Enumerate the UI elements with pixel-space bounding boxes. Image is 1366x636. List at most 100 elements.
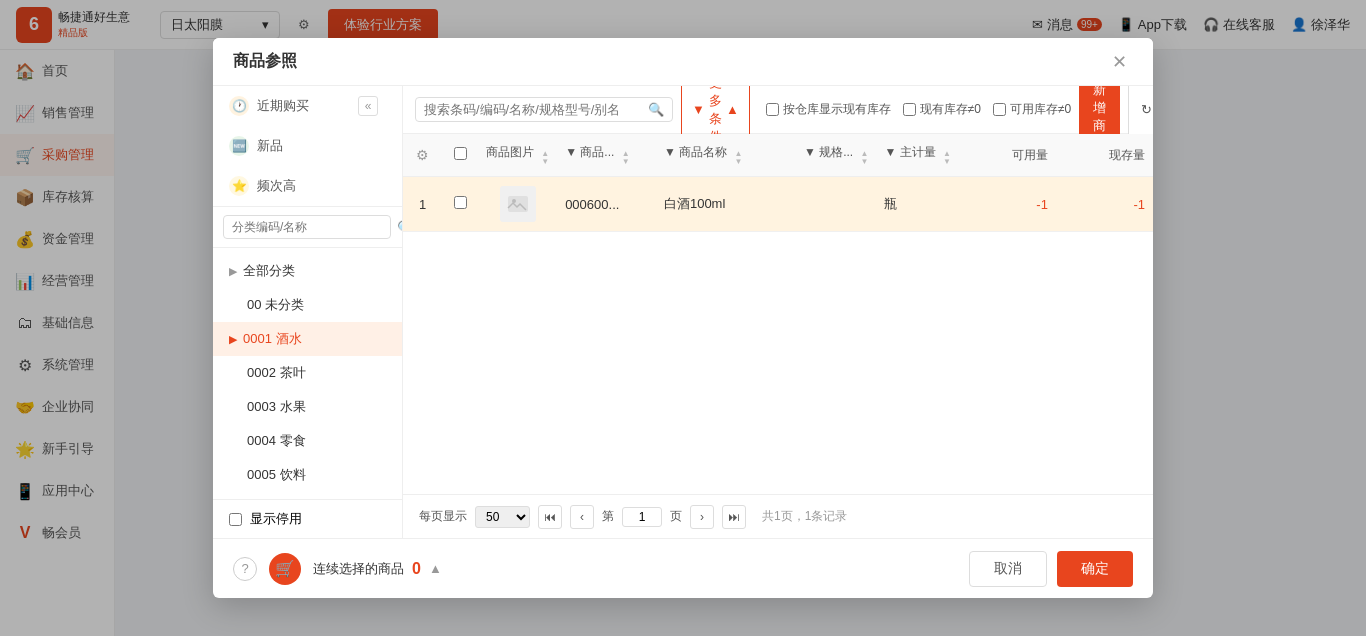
product-table: ⚙ 商品图片 ▲▼ ▼ 商品... (403, 134, 1153, 232)
col-code-header[interactable]: ▼ 商品... ▲▼ (557, 134, 656, 177)
col-num-header: ⚙ (403, 134, 442, 177)
category-list: ▶ 全部分类 00 未分类 ▶ 0001 酒水 0002 茶叶 0003 水果 (213, 248, 402, 499)
pagination-info: 共1页，1条记录 (762, 508, 847, 525)
dialog-title: 商品参照 (233, 51, 1105, 72)
available-nonzero-checkbox-label[interactable]: 可用库存≠0 (993, 101, 1071, 118)
product-image-placeholder (500, 186, 536, 222)
product-search-icon[interactable]: 🔍 (648, 102, 664, 117)
cat-all-arrow: ▶ (229, 265, 237, 278)
new-tab-label: 新品 (257, 137, 283, 155)
per-page-select[interactable]: 50 100 200 (475, 506, 530, 528)
product-search-bar[interactable]: 🔍 (415, 97, 673, 122)
col-avail-header: 可用量 (959, 134, 1056, 177)
cat-all[interactable]: ▶ 全部分类 (213, 254, 402, 288)
stock-nonzero-checkbox[interactable] (903, 103, 916, 116)
dialog-body: 🕐 近期购买 « 🆕 新品 ⭐ 频次高 🔍 (213, 86, 1153, 538)
cat-uncategorized-label: 00 未分类 (247, 296, 304, 314)
cat-beverage[interactable]: 0005 饮料 (213, 458, 402, 492)
frequent-tab[interactable]: ⭐ 频次高 (213, 166, 402, 206)
cat-all-label: 全部分类 (243, 262, 295, 280)
col-stock-header: 现存量 (1056, 134, 1153, 177)
col-name-header[interactable]: ▼ 商品名称 ▲▼ (656, 134, 796, 177)
cat-water[interactable]: 0008 水 (213, 492, 402, 499)
selected-text: 连续选择的商品 (313, 560, 404, 578)
recent-purchase-tab[interactable]: 🕐 近期购买 « (213, 86, 402, 126)
new-product-tab[interactable]: 🆕 新品 (213, 126, 402, 166)
confirm-button[interactable]: 确定 (1057, 551, 1133, 587)
selected-info: 连续选择的商品 0 ▲ (313, 560, 442, 578)
category-search-input[interactable] (223, 215, 391, 239)
show-disabled-row: 显示停用 (213, 499, 402, 538)
product-search-input[interactable] (424, 102, 644, 117)
cat-snack[interactable]: 0004 零食 (213, 424, 402, 458)
row-name: 白酒100ml (656, 177, 796, 232)
page-input[interactable] (622, 507, 662, 527)
category-search-bar: 🔍 (213, 207, 402, 248)
dialog-close-button[interactable]: ✕ (1105, 48, 1133, 76)
per-page-label: 每页显示 (419, 508, 467, 525)
row-checkbox[interactable] (454, 196, 467, 209)
available-nonzero-label: 可用库存≠0 (1010, 101, 1071, 118)
dialog-footer: ? 🛒 连续选择的商品 0 ▲ 取消 确定 (213, 538, 1153, 598)
cat-liquor[interactable]: ▶ 0001 酒水 (213, 322, 402, 356)
product-reference-dialog: 商品参照 ✕ 🕐 近期购买 « 🆕 新品 ⭐ (213, 38, 1153, 598)
cat-fruit[interactable]: 0003 水果 (213, 390, 402, 424)
row-stock: -1 (1056, 177, 1153, 232)
row-spec (796, 177, 876, 232)
product-table-wrap: ⚙ 商品图片 ▲▼ ▼ 商品... (403, 134, 1153, 494)
cat-liquor-arrow: ▶ (229, 333, 237, 346)
stock-nonzero-checkbox-label[interactable]: 现有库存≠0 (903, 101, 981, 118)
help-button[interactable]: ? (233, 557, 257, 581)
select-all-checkbox[interactable] (454, 147, 467, 160)
cat-tea-label: 0002 茶叶 (247, 364, 306, 382)
col-check-header[interactable] (442, 134, 478, 177)
collapse-icon[interactable]: « (358, 96, 378, 116)
row-avail: -1 (959, 177, 1056, 232)
column-settings-button[interactable]: ⚙ (416, 147, 429, 163)
show-disabled-checkbox[interactable] (229, 513, 242, 526)
warehouse-display-checkbox-label[interactable]: 按仓库显示现有库存 (766, 101, 891, 118)
cat-liquor-label: 0001 酒水 (243, 330, 302, 348)
selected-count: 0 (412, 560, 421, 578)
cat-beverage-label: 0005 饮料 (247, 466, 306, 484)
show-disabled-label: 显示停用 (250, 510, 302, 528)
recent-tab-label: 近期购买 (257, 97, 309, 115)
recent-icon: 🕐 (229, 96, 249, 116)
prev-page-button[interactable]: ‹ (570, 505, 594, 529)
dialog-toolbar: 🔍 ▼ 更多条件 ▲ 按仓库显示现有库存 现 (403, 86, 1153, 134)
dialog-main: 🔍 ▼ 更多条件 ▲ 按仓库显示现有库存 现 (403, 86, 1153, 538)
frequent-icon: ⭐ (229, 176, 249, 196)
row-unit: 瓶 (876, 177, 958, 232)
cancel-button[interactable]: 取消 (969, 551, 1047, 587)
stock-nonzero-label: 现有库存≠0 (920, 101, 981, 118)
pagination: 每页显示 50 100 200 ⏮ ‹ 第 页 › ⏭ 共1页，1条记录 (403, 494, 1153, 538)
cat-uncategorized[interactable]: 00 未分类 (213, 288, 402, 322)
dialog-overlay: 商品参照 ✕ 🕐 近期购买 « 🆕 新品 ⭐ (0, 0, 1366, 636)
cart-icon[interactable]: 🛒 (269, 553, 301, 585)
col-spec-header[interactable]: ▼ 规格... ▲▼ (796, 134, 876, 177)
frequent-tab-label: 频次高 (257, 177, 296, 195)
warehouse-display-label: 按仓库显示现有库存 (783, 101, 891, 118)
row-code: 000600... (557, 177, 656, 232)
row-img (478, 177, 557, 232)
toolbar-checkboxes: 按仓库显示现有库存 现有库存≠0 可用库存≠0 (766, 101, 1072, 118)
available-nonzero-checkbox[interactable] (993, 103, 1006, 116)
cat-fruit-label: 0003 水果 (247, 398, 306, 416)
cat-tea[interactable]: 0002 茶叶 (213, 356, 402, 390)
table-row[interactable]: 1 000600... 白酒100ml (403, 177, 1153, 232)
last-page-button[interactable]: ⏭ (722, 505, 746, 529)
cat-snack-label: 0004 零食 (247, 432, 306, 450)
warehouse-display-checkbox[interactable] (766, 103, 779, 116)
dialog-header: 商品参照 ✕ (213, 38, 1153, 86)
row-num: 1 (403, 177, 442, 232)
col-img-header: 商品图片 ▲▼ (478, 134, 557, 177)
refresh-icon: ↻ (1141, 102, 1152, 117)
collapse-button[interactable]: ▲ (429, 561, 442, 576)
dialog-sidebar-tabs: 🕐 近期购买 « 🆕 新品 ⭐ 频次高 (213, 86, 402, 207)
new-icon: 🆕 (229, 136, 249, 156)
first-page-button[interactable]: ⏮ (538, 505, 562, 529)
col-unit-header[interactable]: ▼ 主计量 ▲▼ (876, 134, 958, 177)
next-page-button[interactable]: › (690, 505, 714, 529)
filter-arrow-icon: ▲ (726, 102, 739, 117)
row-checkbox-cell[interactable] (442, 177, 478, 232)
